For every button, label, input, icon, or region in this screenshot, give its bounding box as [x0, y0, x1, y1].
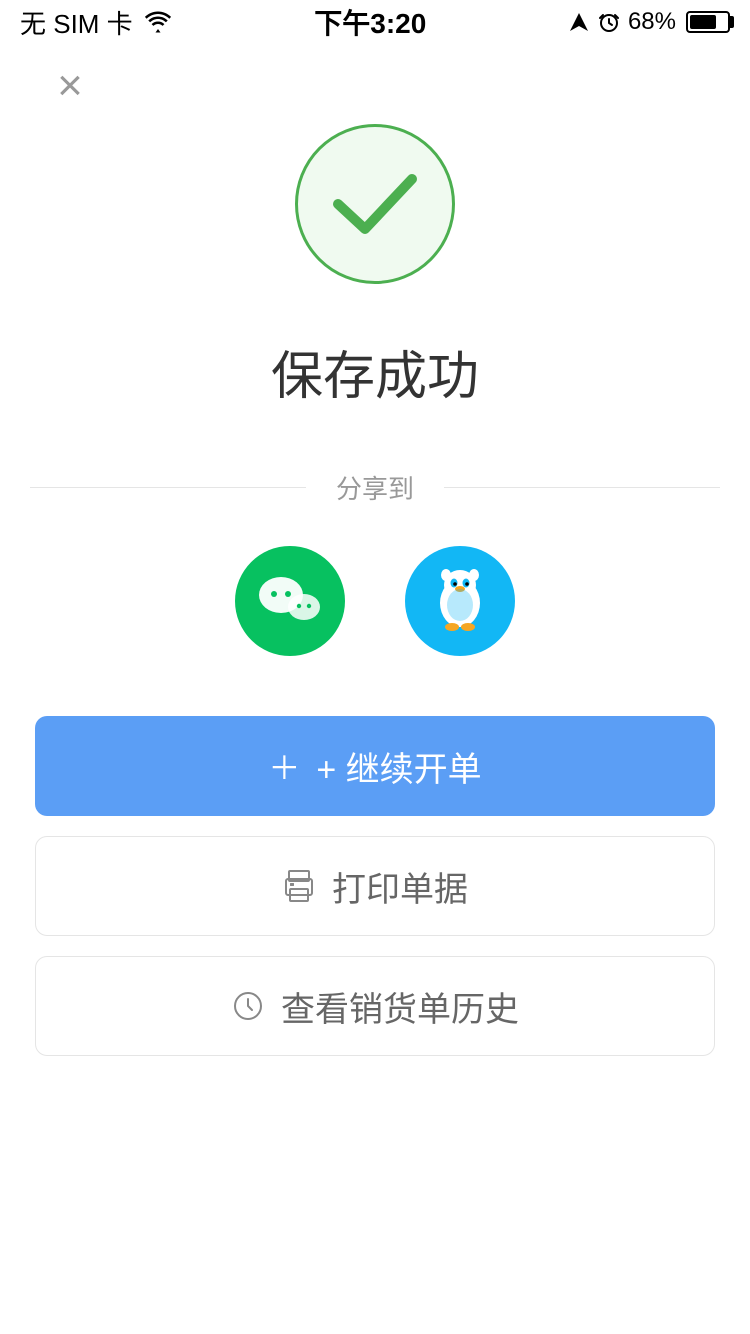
- print-button-label: 打印单据: [332, 862, 468, 911]
- divider-right: [444, 487, 720, 488]
- qq-icon: [429, 567, 491, 635]
- battery-icon: [686, 11, 730, 33]
- status-bar: 无 SIM 卡 下午3:20 68%: [0, 0, 750, 44]
- share-label: 分享到: [336, 469, 414, 506]
- sim-status: 无 SIM 卡: [20, 4, 133, 41]
- checkmark-icon: [330, 169, 420, 239]
- printer-icon: [282, 869, 316, 903]
- print-button[interactable]: 打印单据: [35, 836, 715, 936]
- share-section: 分享到: [0, 469, 750, 656]
- wifi-icon: [143, 11, 173, 33]
- success-circle: [295, 124, 455, 284]
- location-icon: [568, 11, 590, 33]
- divider-left: [30, 487, 306, 488]
- success-title: 保存成功: [271, 334, 479, 409]
- action-buttons: ＋ + 继续开单 打印单据 查看销货单历史: [35, 716, 715, 1056]
- close-icon: ×: [57, 64, 83, 108]
- status-left: 无 SIM 卡: [20, 4, 173, 41]
- wechat-icon: [256, 573, 324, 629]
- plus-icon: ＋: [268, 743, 300, 789]
- continue-button-label: + 继续开单: [316, 742, 481, 791]
- history-icon: [231, 989, 265, 1023]
- share-icons: [235, 546, 515, 656]
- alarm-icon: [598, 11, 620, 33]
- status-time: 下午3:20: [314, 2, 426, 42]
- status-right: 68%: [568, 8, 730, 36]
- wechat-share-button[interactable]: [235, 546, 345, 656]
- share-divider: 分享到: [0, 469, 750, 506]
- close-button[interactable]: ×: [40, 56, 100, 116]
- history-button[interactable]: 查看销货单历史: [35, 956, 715, 1056]
- history-button-label: 查看销货单历史: [281, 982, 519, 1031]
- main-content: 保存成功 分享到: [0, 44, 750, 1056]
- qq-share-button[interactable]: [405, 546, 515, 656]
- battery-percent: 68%: [628, 8, 676, 36]
- continue-button[interactable]: ＋ + 继续开单: [35, 716, 715, 816]
